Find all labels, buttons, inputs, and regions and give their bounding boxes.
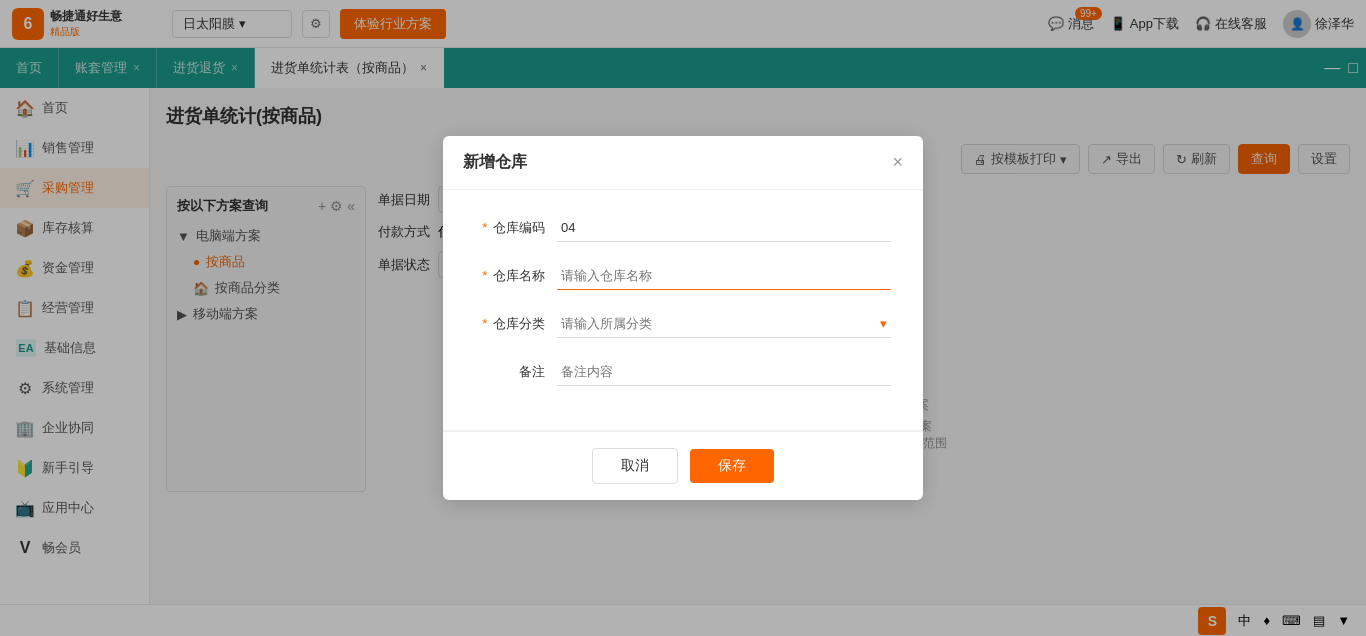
modal-title: 新增仓库: [463, 152, 527, 173]
new-warehouse-modal: 新增仓库 × * 仓库编码 * 仓库名称: [443, 136, 923, 500]
warehouse-name-input[interactable]: [557, 262, 891, 290]
category-label: * 仓库分类: [475, 315, 545, 333]
modal-body: * 仓库编码 * 仓库名称 * 仓库分类: [443, 190, 923, 430]
remark-label: 备注: [475, 363, 545, 381]
form-row-category: * 仓库分类 ▾: [475, 310, 891, 338]
modal-overlay: 新增仓库 × * 仓库编码 * 仓库名称: [0, 0, 1366, 636]
warehouse-code-input[interactable]: [557, 214, 891, 242]
modal-footer: 取消 保存: [443, 431, 923, 500]
save-button[interactable]: 保存: [690, 449, 774, 483]
warehouse-category-input[interactable]: [561, 316, 880, 331]
category-select-wrapper: ▾: [557, 310, 891, 338]
form-row-code: * 仓库编码: [475, 214, 891, 242]
modal-close-button[interactable]: ×: [892, 152, 903, 173]
code-label: * 仓库编码: [475, 219, 545, 237]
dropdown-arrow-icon[interactable]: ▾: [880, 316, 887, 331]
name-label: * 仓库名称: [475, 267, 545, 285]
form-row-remark: 备注: [475, 358, 891, 386]
modal-header: 新增仓库 ×: [443, 136, 923, 190]
warehouse-remark-input[interactable]: [557, 358, 891, 386]
cancel-button[interactable]: 取消: [592, 448, 678, 484]
form-row-name: * 仓库名称: [475, 262, 891, 290]
